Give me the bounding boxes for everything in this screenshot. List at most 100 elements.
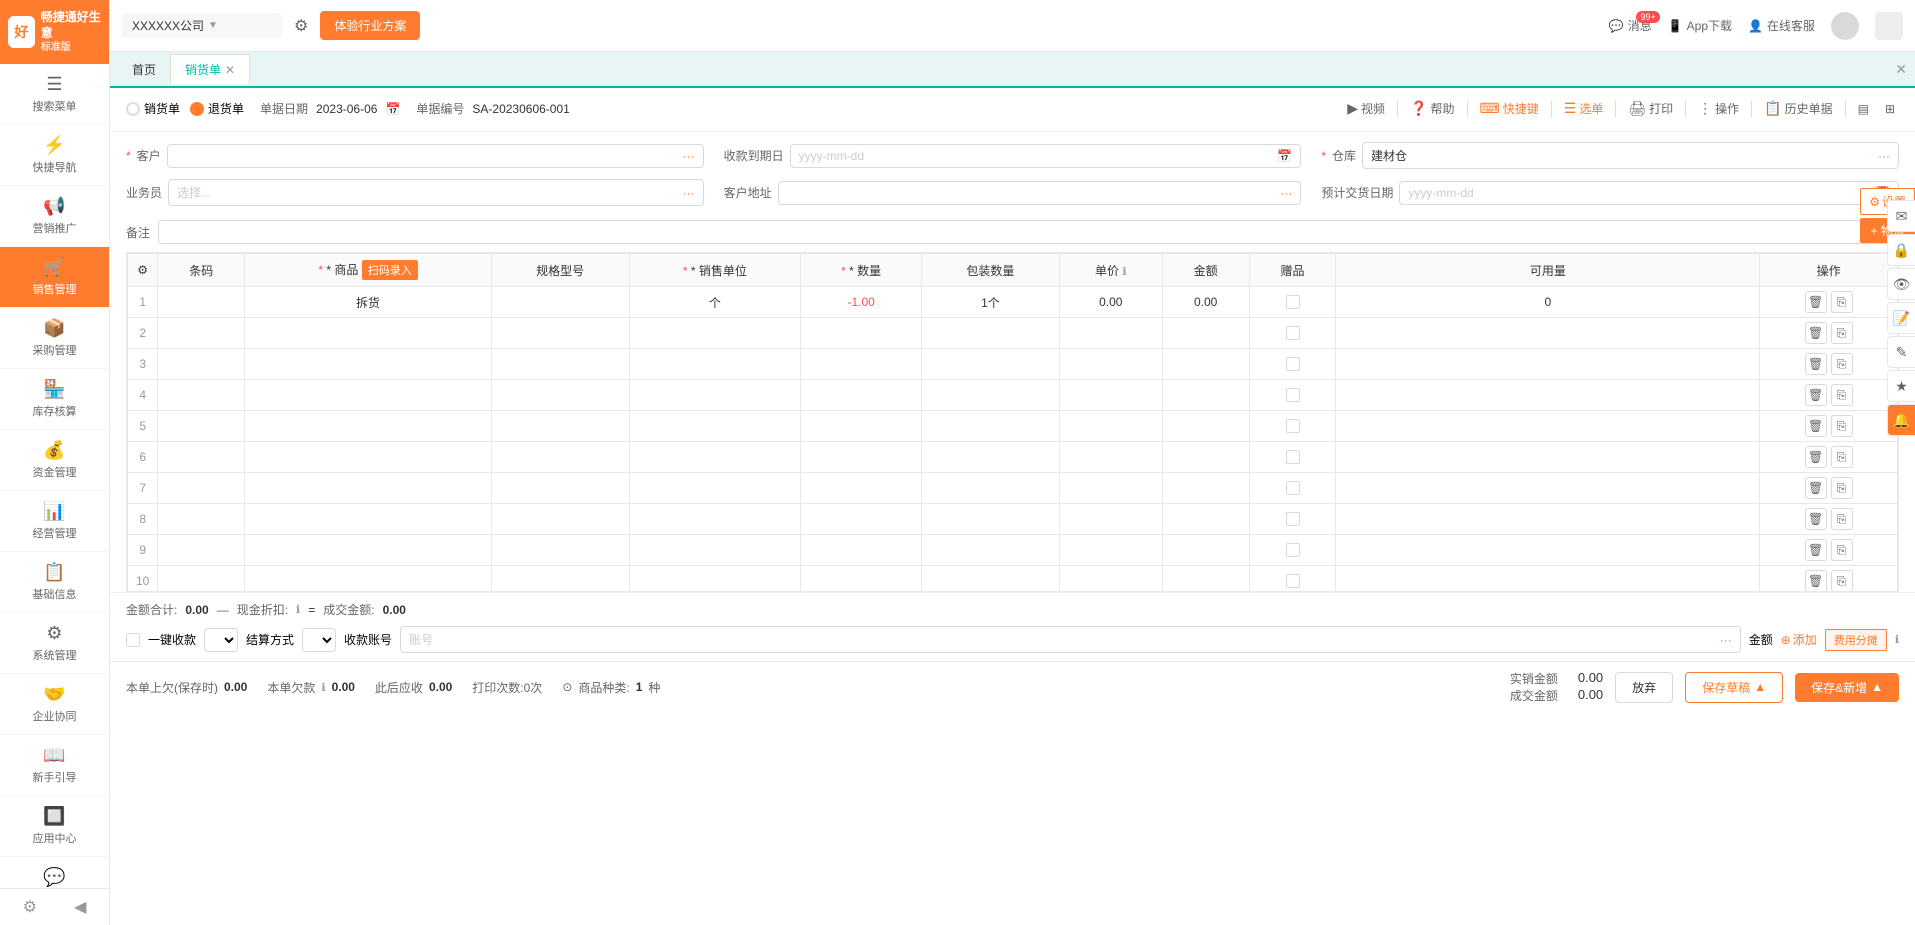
row-unit[interactable]: 个 [629, 287, 801, 318]
row-copy-btn[interactable]: ⎘ [1831, 353, 1853, 375]
row-price[interactable] [1059, 349, 1162, 380]
row-product[interactable] [245, 380, 492, 411]
message-button[interactable]: 💬 消息 99+ [1609, 17, 1652, 34]
row-delete-btn[interactable]: 🗑 [1805, 539, 1827, 561]
row-amount[interactable] [1162, 473, 1249, 504]
sidebar-item-marketing[interactable]: 📢 营销推广 [0, 186, 109, 247]
row-copy-btn[interactable]: ⎘ [1831, 415, 1853, 437]
row-unit[interactable] [629, 411, 801, 442]
row-product[interactable] [245, 411, 492, 442]
row-spec[interactable] [491, 349, 629, 380]
row-delete-btn[interactable]: 🗑 [1805, 353, 1827, 375]
row-barcode[interactable] [158, 442, 245, 473]
row-barcode[interactable] [158, 566, 245, 593]
row-unit[interactable] [629, 380, 801, 411]
row-unit[interactable] [629, 566, 801, 593]
account-input[interactable]: 账号 ··· [400, 626, 1741, 653]
row-qty[interactable] [801, 504, 922, 535]
tab-home[interactable]: 首页 [118, 55, 170, 84]
row-delete-btn[interactable]: 🗑 [1805, 384, 1827, 406]
salesman-input[interactable]: 选择... ··· [168, 179, 704, 206]
sidebar-item-quicknav[interactable]: ⚡ 快捷导航 [0, 125, 109, 186]
row-pkg-qty[interactable] [922, 318, 1060, 349]
row-copy-btn[interactable]: ⎘ [1831, 446, 1853, 468]
row-copy-btn[interactable]: ⎘ [1831, 539, 1853, 561]
row-pkg-qty[interactable] [922, 411, 1060, 442]
row-copy-btn[interactable]: ⎘ [1831, 508, 1853, 530]
row-qty[interactable] [801, 380, 922, 411]
customer-input[interactable]: ··· [167, 144, 704, 168]
row-barcode[interactable] [158, 411, 245, 442]
shortcut-btn[interactable]: ⌨ 快捷键 [1476, 98, 1543, 119]
row-gift[interactable] [1249, 535, 1336, 566]
settings-gear-icon[interactable]: ⚙ [23, 897, 37, 917]
row-price[interactable] [1059, 504, 1162, 535]
row-qty[interactable] [801, 349, 922, 380]
sidebar-item-inventory[interactable]: 🏪 库存核算 [0, 369, 109, 430]
row-unit[interactable] [629, 318, 801, 349]
discard-button[interactable]: 放弃 [1615, 672, 1673, 703]
radio-sale[interactable]: 销货单 [126, 100, 180, 117]
row-product[interactable] [245, 504, 492, 535]
row-spec[interactable] [491, 380, 629, 411]
online-service-button[interactable]: 👤 在线客服 [1748, 17, 1815, 34]
row-qty[interactable] [801, 442, 922, 473]
row-price[interactable] [1059, 473, 1162, 504]
row-amount[interactable] [1162, 380, 1249, 411]
row-pkg-qty[interactable] [922, 504, 1060, 535]
row-gift[interactable] [1249, 318, 1336, 349]
row-price[interactable]: 0.00 [1059, 287, 1162, 318]
sidebar-item-finance[interactable]: 💰 资金管理 [0, 430, 109, 491]
row-gift[interactable] [1249, 473, 1336, 504]
help-btn[interactable]: ❓ 帮助 [1406, 98, 1458, 119]
row-unit[interactable] [629, 504, 801, 535]
row-gift[interactable] [1249, 411, 1336, 442]
row-barcode[interactable] [158, 473, 245, 504]
row-delete-btn[interactable]: 🗑 [1805, 570, 1827, 592]
row-pkg-qty[interactable] [922, 380, 1060, 411]
row-spec[interactable] [491, 473, 629, 504]
remarks-input[interactable] [158, 220, 1899, 244]
sidebar-item-guide[interactable]: 📖 新手引导 [0, 735, 109, 796]
row-price[interactable] [1059, 566, 1162, 593]
row-qty[interactable] [801, 411, 922, 442]
row-delete-btn[interactable]: 🗑 [1805, 322, 1827, 344]
add-payment-button[interactable]: ⊕ 添加 [1781, 631, 1817, 648]
user-avatar[interactable] [1831, 12, 1859, 40]
row-product[interactable] [245, 535, 492, 566]
one-click-pay-checkbox[interactable] [126, 633, 140, 647]
row-pkg-qty[interactable] [922, 442, 1060, 473]
date-calendar-icon[interactable]: 📅 [385, 102, 400, 116]
row-qty[interactable]: -1.00 [801, 287, 922, 318]
row-spec[interactable] [491, 287, 629, 318]
history-btn[interactable]: 📋 历史单据 [1760, 98, 1836, 119]
trial-button[interactable]: 体验行业方案 [320, 11, 420, 40]
row-unit[interactable] [629, 349, 801, 380]
row-delete-btn[interactable]: 🗑 [1805, 446, 1827, 468]
float-btn-eye[interactable]: 👁 [1887, 268, 1915, 300]
row-pkg-qty[interactable] [922, 473, 1060, 504]
row-qty[interactable] [801, 473, 922, 504]
row-product[interactable] [245, 566, 492, 593]
row-copy-btn[interactable]: ⎘ [1831, 477, 1853, 499]
warehouse-input[interactable]: 建材仓 ··· [1362, 142, 1899, 169]
row-barcode[interactable] [158, 535, 245, 566]
row-price[interactable] [1059, 442, 1162, 473]
row-unit[interactable] [629, 473, 801, 504]
row-barcode[interactable] [158, 287, 245, 318]
sidebar-item-enterprise[interactable]: 🤝 企业协同 [0, 674, 109, 735]
float-btn-msg[interactable]: ✉ [1887, 200, 1915, 232]
row-unit[interactable] [629, 535, 801, 566]
payment-method-select[interactable] [204, 628, 238, 652]
row-pkg-qty[interactable]: 1个 [922, 287, 1060, 318]
row-gift[interactable] [1249, 287, 1336, 318]
row-copy-btn[interactable]: ⎘ [1831, 570, 1853, 592]
topbar-settings-icon[interactable]: ⚙ [294, 16, 308, 36]
row-amount[interactable] [1162, 535, 1249, 566]
row-qty[interactable] [801, 535, 922, 566]
radio-return[interactable]: 退货单 [190, 100, 244, 117]
tab-sales[interactable]: 销货单 ✕ [170, 54, 250, 84]
row-spec[interactable] [491, 504, 629, 535]
select-btn[interactable]: ☰ 选单 [1560, 98, 1608, 119]
sidebar-item-purchase[interactable]: 📦 采购管理 [0, 308, 109, 369]
